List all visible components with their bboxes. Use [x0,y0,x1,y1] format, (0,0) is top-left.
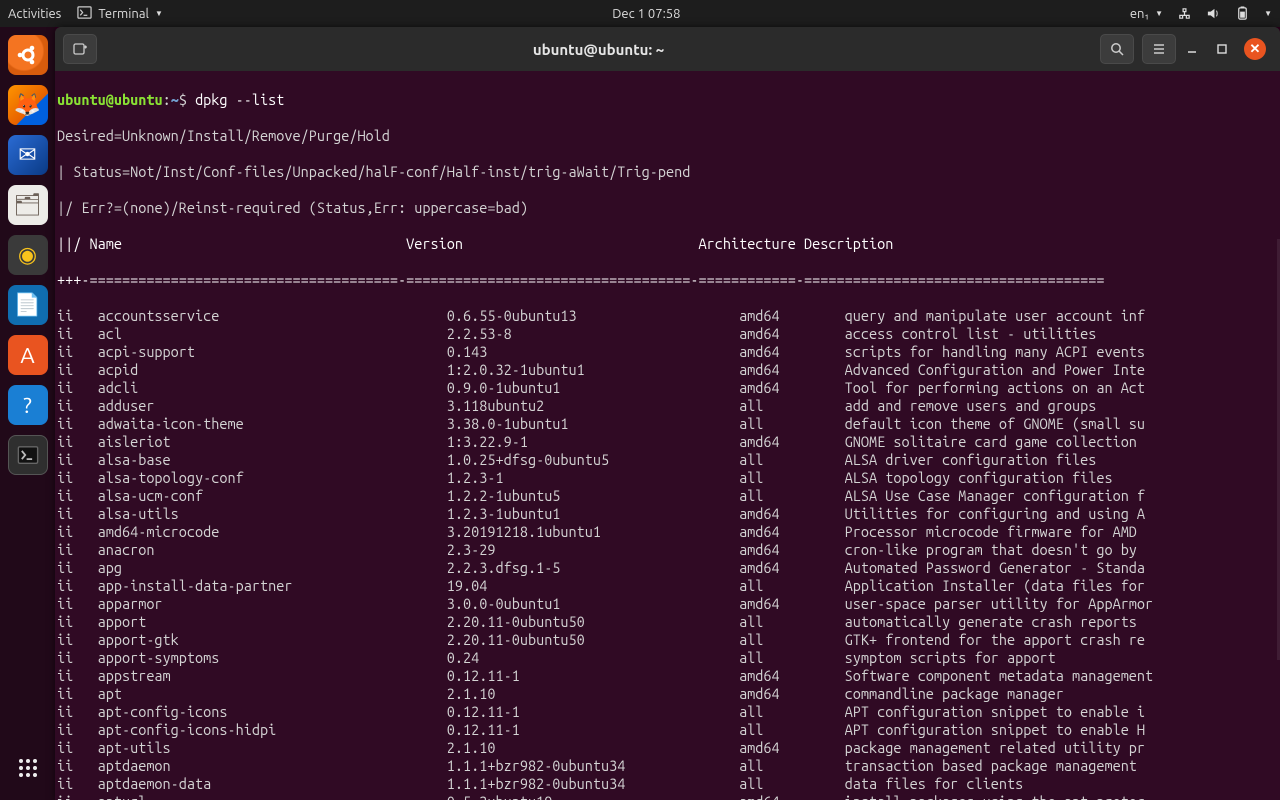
package-row: ii apturl0.5.2ubuntu19amd64install packa… [57,793,1280,800]
package-row: ii alsa-base1.0.25+dfsg-0ubuntu5allALSA … [57,451,1280,469]
dock-firefox-icon[interactable]: 🦊 [8,85,48,125]
terminal-icon [77,5,92,23]
dpkg-header-3: |/ Err?=(none)/Reinst-required (Status,E… [57,199,1280,217]
new-tab-button[interactable] [63,34,97,64]
terminal-content[interactable]: ubuntu@ubuntu:~$ dpkg --list Desired=Unk… [55,71,1280,800]
package-row: ii alsa-utils1.2.3-1ubuntu1amd64Utilitie… [57,505,1280,523]
dock-terminal-icon[interactable] [8,435,48,475]
package-row: ii adduser3.118ubuntu2alladd and remove … [57,397,1280,415]
close-button[interactable]: ✕ [1244,38,1266,60]
package-row: ii appstream0.12.11-1amd64Software compo… [57,667,1280,685]
system-menu-chevron-icon[interactable]: ▼ [1264,9,1272,18]
package-row: ii anacron2.3-29amd64cron-like program t… [57,541,1280,559]
package-row: ii aisleriot1:3.22.9-1amd64GNOME solitai… [57,433,1280,451]
package-row: ii apparmor3.0.0-0ubuntu1amd64user-space… [57,595,1280,613]
prompt-path: ~ [171,91,179,108]
package-row: ii apg2.2.3.dfsg.1-5amd64Automated Passw… [57,559,1280,577]
divider-line: +++-====================================… [57,271,1280,289]
package-row: ii alsa-topology-conf1.2.3-1allALSA topo… [57,469,1280,487]
prompt-user: ubuntu@ubuntu [57,91,163,108]
dock-thunderbird-icon[interactable]: ✉ [8,135,48,175]
column-headers: ||/ NameVersionArchitectureDescription [57,235,1280,253]
chevron-down-icon: ▼ [155,9,163,18]
dock: 🦊 ✉ 🗂 ◉ 📄 A ? [0,27,55,800]
package-row: ii aptdaemon1.1.1+bzr982-0ubuntu34alltra… [57,757,1280,775]
app-menu-label: Terminal [98,7,149,21]
gnome-top-bar: Activities Terminal ▼ Dec 1 07:58 en₁ ▼ … [0,0,1280,27]
search-button[interactable] [1100,34,1134,64]
show-applications-button[interactable] [8,748,48,788]
package-row: ii alsa-ucm-conf1.2.2-1ubuntu5allALSA Us… [57,487,1280,505]
dpkg-header-2: | Status=Not/Inst/Conf-files/Unpacked/ha… [57,163,1280,181]
package-row: ii acl2.2.53-8amd64access control list -… [57,325,1280,343]
package-row: ii aptdaemon-data1.1.1+bzr982-0ubuntu34a… [57,775,1280,793]
dock-rhythmbox-icon[interactable]: ◉ [8,235,48,275]
dock-help-icon[interactable]: ? [8,385,48,425]
battery-icon[interactable] [1235,6,1250,21]
hamburger-menu-button[interactable] [1142,34,1176,64]
package-row: ii apport-symptoms0.24allsymptom scripts… [57,649,1280,667]
activities-button[interactable]: Activities [8,7,61,21]
command: dpkg --list [195,91,284,108]
package-row: ii adwaita-icon-theme3.38.0-1ubuntu1alld… [57,415,1280,433]
dock-files-icon[interactable]: 🗂 [8,185,48,225]
dpkg-header-1: Desired=Unknown/Install/Remove/Purge/Hol… [57,127,1280,145]
titlebar: ubuntu@ubuntu: ~ ✕ [55,27,1280,71]
input-source-indicator[interactable]: en₁ ▼ [1130,7,1163,21]
package-row: ii apport2.20.11-0ubuntu50allautomatical… [57,613,1280,631]
terminal-window: ubuntu@ubuntu: ~ ✕ ubuntu@ubuntu:~$ dpkg… [55,27,1280,800]
package-row: ii amd64-microcode3.20191218.1ubuntu1amd… [57,523,1280,541]
package-row: ii acpid1:2.0.32-1ubuntu1amd64Advanced C… [57,361,1280,379]
network-icon[interactable] [1177,6,1192,21]
package-row: ii apt2.1.10amd64commandline package man… [57,685,1280,703]
window-title: ubuntu@ubuntu: ~ [105,41,1092,58]
package-row: ii apt-config-icons-hidpi0.12.11-1allAPT… [57,721,1280,739]
minimize-button[interactable] [1184,41,1200,57]
package-row: ii apt-config-icons0.12.11-1allAPT confi… [57,703,1280,721]
clock[interactable]: Dec 1 07:58 [163,7,1130,21]
chevron-down-icon: ▼ [1155,9,1163,18]
package-row: ii apport-gtk2.20.11-0ubuntu50allGTK+ fr… [57,631,1280,649]
package-row: ii adcli0.9.0-1ubuntu1amd64Tool for perf… [57,379,1280,397]
package-row: ii accountsservice0.6.55-0ubuntu13amd64q… [57,307,1280,325]
dock-writer-icon[interactable]: 📄 [8,285,48,325]
dock-software-icon[interactable]: A [8,335,48,375]
package-row: ii apt-utils2.1.10amd64package managemen… [57,739,1280,757]
volume-icon[interactable] [1206,6,1221,21]
package-row: ii app-install-data-partner19.04allAppli… [57,577,1280,595]
app-menu[interactable]: Terminal ▼ [77,5,163,23]
maximize-button[interactable] [1214,41,1230,57]
dock-ubuntu-icon[interactable] [8,35,48,75]
package-row: ii acpi-support0.143amd64scripts for han… [57,343,1280,361]
